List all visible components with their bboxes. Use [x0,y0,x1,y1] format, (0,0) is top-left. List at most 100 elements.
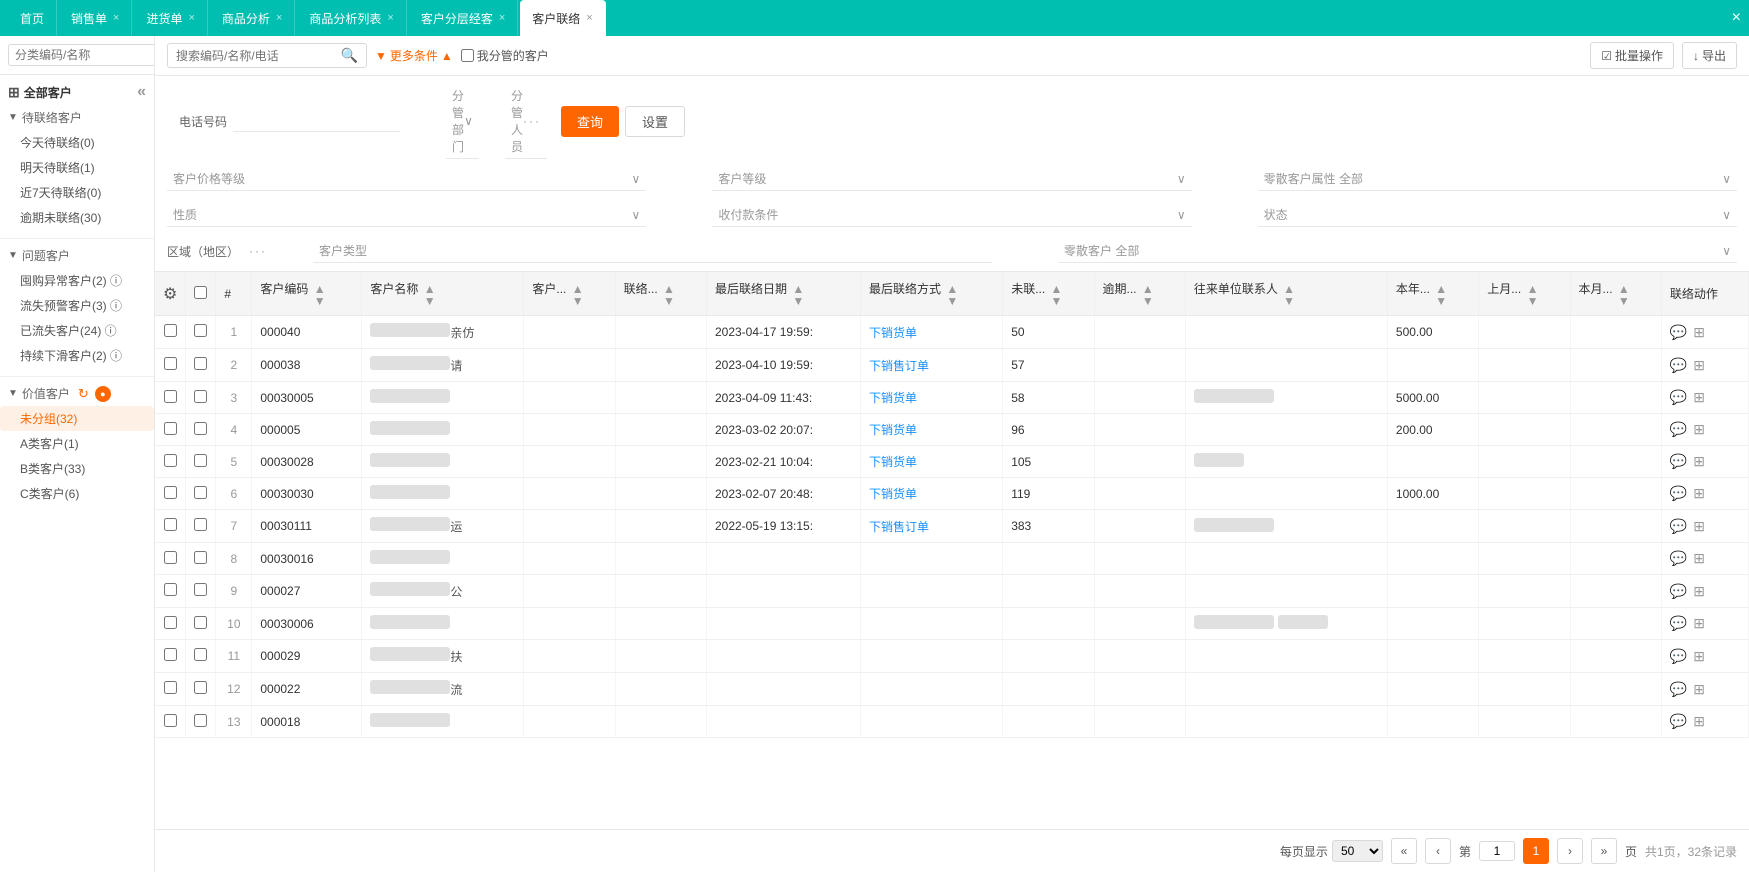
td-last-way[interactable]: 下销货单 [861,414,1003,446]
last-way-link[interactable]: 下销售订单 [869,520,929,534]
row-checkbox[interactable] [164,518,177,531]
chat-icon[interactable]: 💬 [1670,389,1687,406]
row-checkbox2[interactable] [194,357,207,370]
filter-gender[interactable]: 性质 ∨ [167,203,646,227]
td-checkbox-cell2[interactable] [186,673,216,706]
sidebar-item-churn-warning[interactable]: 流失预警客户(3) ⓘ [0,293,154,318]
td-last-way[interactable] [861,706,1003,738]
td-checkbox-cell2[interactable] [186,316,216,349]
tab-home[interactable]: 首页 [8,0,57,36]
td-checkbox-cell2[interactable] [186,414,216,446]
th-contact-extra[interactable]: 联络... ▲▼ [615,272,706,316]
th-checkbox[interactable] [186,272,216,316]
row-checkbox2[interactable] [194,518,207,531]
filter-customer-level[interactable]: 客户等级 ∨ [712,167,1191,191]
row-checkbox[interactable] [164,390,177,403]
td-checkbox-cell[interactable] [155,608,186,640]
filter-phone-input[interactable] [233,111,400,132]
td-checkbox-cell[interactable] [155,575,186,608]
last-way-link[interactable]: 下销售订单 [869,359,929,373]
tab-product-analysis[interactable]: 商品分析 × [210,0,295,36]
td-checkbox-cell[interactable] [155,414,186,446]
row-checkbox2[interactable] [194,681,207,694]
sidebar-item-class-b[interactable]: B类客户(33) [0,456,154,481]
my-customers-check[interactable] [461,49,474,62]
sidebar-search-input[interactable] [8,44,155,66]
more-actions-icon[interactable]: ⊞ [1693,421,1705,438]
more-actions-icon[interactable]: ⊞ [1693,713,1705,730]
close-icon[interactable]: × [586,12,592,24]
th-this-month[interactable]: 本月... ▲▼ [1570,272,1661,316]
tab-customer-segment[interactable]: 客户分层经客 × [409,0,518,36]
row-checkbox2[interactable] [194,390,207,403]
more-conditions-btn[interactable]: ▼ 更多条件 ▲ [375,47,453,64]
close-icon[interactable]: × [499,12,505,24]
more-actions-icon[interactable]: ⊞ [1693,518,1705,535]
row-checkbox2[interactable] [194,616,207,629]
sidebar-item-unclassified[interactable]: 未分组(32) [0,406,154,431]
td-last-way[interactable]: 下销货单 [861,382,1003,414]
page-number-input[interactable] [1479,841,1515,861]
close-icon[interactable]: × [113,12,119,24]
td-checkbox-cell[interactable] [155,640,186,673]
td-checkbox-cell2[interactable] [186,478,216,510]
chat-icon[interactable]: 💬 [1670,615,1687,632]
row-checkbox[interactable] [164,583,177,596]
td-checkbox-cell2[interactable] [186,608,216,640]
td-last-way[interactable] [861,575,1003,608]
filter-dept-row[interactable]: 分管部门 ∨ [446,84,479,159]
export-button[interactable]: ↓ 导出 [1682,42,1737,69]
row-checkbox2[interactable] [194,486,207,499]
more-actions-icon[interactable]: ⊞ [1693,648,1705,665]
more-actions-icon[interactable]: ⊞ [1693,453,1705,470]
more-actions-icon[interactable]: ⊞ [1693,583,1705,600]
td-checkbox-cell2[interactable] [186,349,216,382]
th-no-contact-days[interactable]: 未联... ▲▼ [1003,272,1094,316]
td-checkbox-cell[interactable] [155,478,186,510]
sidebar-item-overdue-contact[interactable]: 逾期未联络(30) [0,205,154,230]
collapse-sidebar-icon[interactable]: « [137,83,146,101]
chat-icon[interactable]: 💬 [1670,648,1687,665]
more-actions-icon[interactable]: ⊞ [1693,324,1705,341]
more-actions-icon[interactable]: ⊞ [1693,357,1705,374]
current-page-button[interactable]: 1 [1523,838,1549,864]
row-checkbox2[interactable] [194,422,207,435]
td-last-way[interactable] [861,608,1003,640]
query-button[interactable]: 查询 [561,106,619,137]
chat-icon[interactable]: 💬 [1670,453,1687,470]
row-checkbox2[interactable] [194,551,207,564]
row-checkbox[interactable] [164,324,177,337]
row-checkbox[interactable] [164,454,177,467]
td-checkbox-cell2[interactable] [186,640,216,673]
td-checkbox-cell2[interactable] [186,510,216,543]
more-actions-icon[interactable]: ⊞ [1693,615,1705,632]
td-checkbox-cell[interactable] [155,673,186,706]
th-this-year[interactable]: 本年... ▲▼ [1387,272,1478,316]
all-customers-header[interactable]: ⊞ 全部客户 « [0,75,154,105]
row-checkbox[interactable] [164,616,177,629]
last-way-link[interactable]: 下销货单 [869,487,917,501]
sidebar-item-hoarding-abnormal[interactable]: 囤购异常客户(2) ⓘ [0,268,154,293]
row-checkbox2[interactable] [194,648,207,661]
chat-icon[interactable]: 💬 [1670,583,1687,600]
window-close-button[interactable]: × [1732,9,1741,27]
chat-icon[interactable]: 💬 [1670,421,1687,438]
sidebar-item-churned[interactable]: 已流失客户(24) ⓘ [0,318,154,343]
filter-manager-row[interactable]: 分管人员 ··· [505,84,547,159]
search-input[interactable] [176,49,337,63]
td-checkbox-cell[interactable] [155,446,186,478]
last-way-link[interactable]: 下销货单 [869,423,917,437]
chat-icon[interactable]: 💬 [1670,357,1687,374]
th-last-contact-way[interactable]: 最后联络方式 ▲▼ [861,272,1003,316]
filter-payment[interactable]: 收付款条件 ∨ [712,203,1191,227]
row-checkbox2[interactable] [194,454,207,467]
td-checkbox-cell2[interactable] [186,706,216,738]
td-checkbox-cell[interactable] [155,706,186,738]
row-checkbox[interactable] [164,714,177,727]
th-settings[interactable]: ⚙ [155,272,186,316]
more-actions-icon[interactable]: ⊞ [1693,485,1705,502]
last-way-link[interactable]: 下销货单 [869,326,917,340]
td-last-way[interactable] [861,673,1003,706]
sidebar-item-tomorrow-pending[interactable]: 明天待联络(1) [0,155,154,180]
th-customer-code[interactable]: 客户编码 ▲▼ [252,272,362,316]
